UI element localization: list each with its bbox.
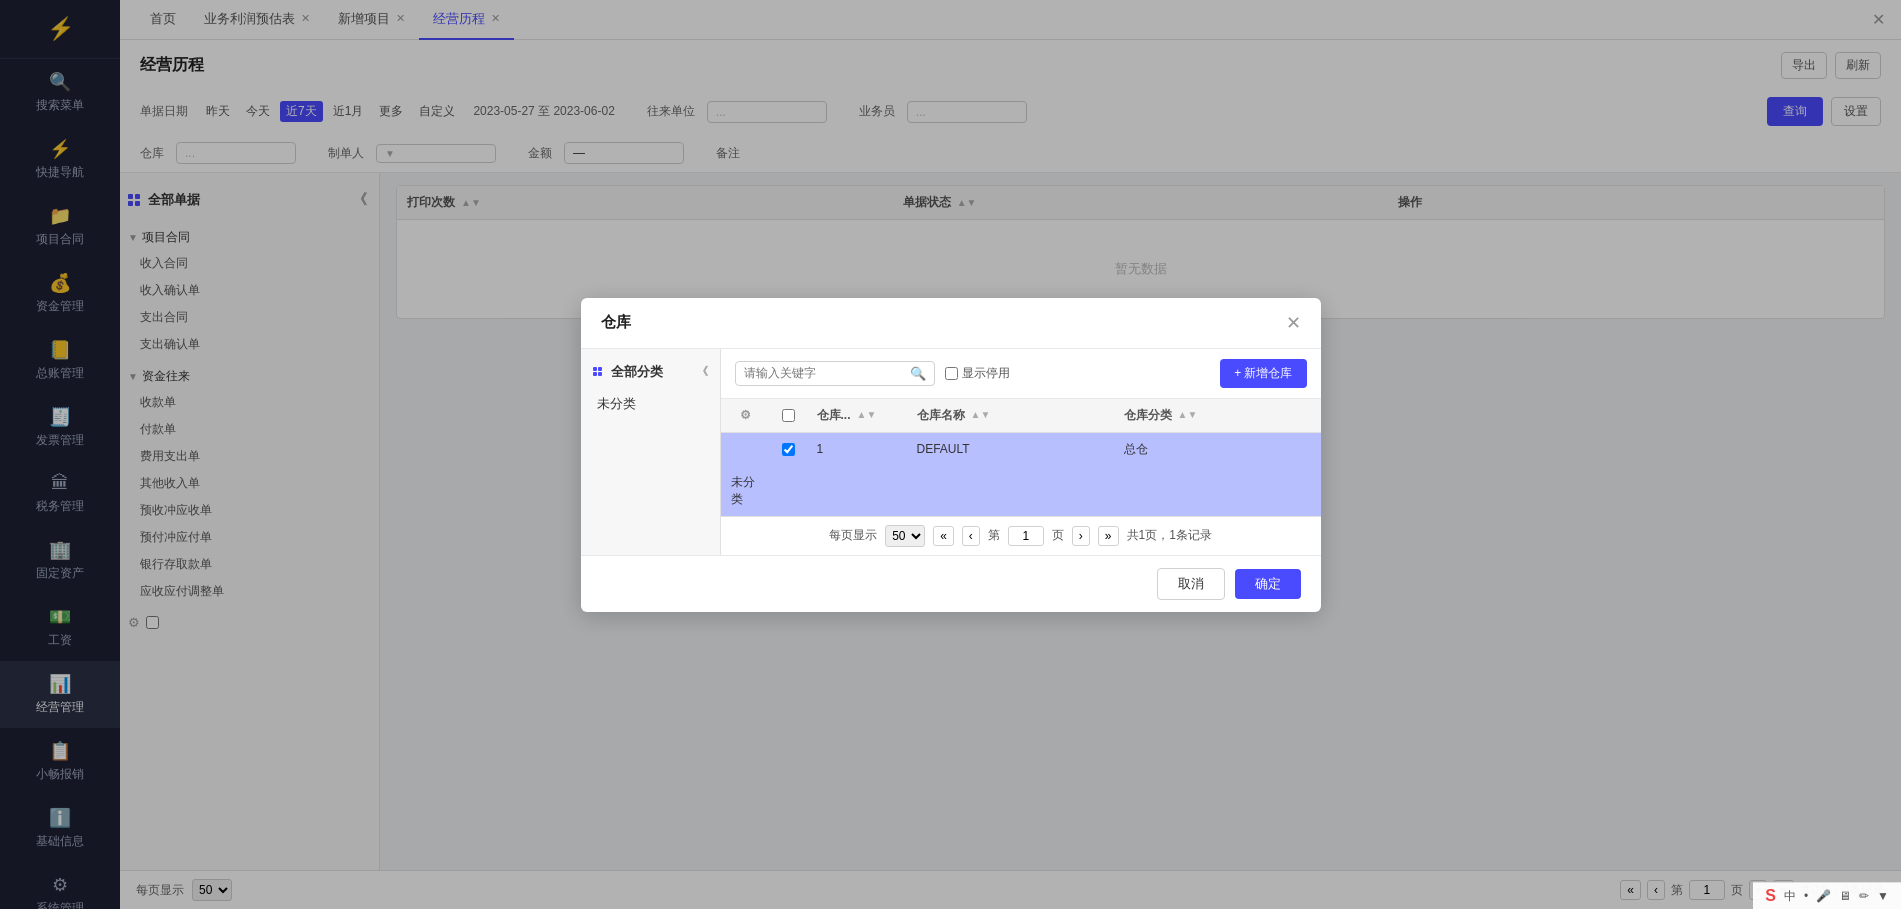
- show-disabled-checkbox[interactable]: [945, 367, 958, 380]
- modal-last-btn[interactable]: »: [1098, 526, 1119, 546]
- modal-body: 全部分类 《 未分类 🔍 显示停用 + 新增仓库: [581, 349, 1321, 555]
- modal-close-button[interactable]: ✕: [1286, 312, 1301, 334]
- row-checkbox[interactable]: [782, 443, 795, 456]
- row-category-cell: 未分类: [721, 466, 771, 516]
- confirm-button[interactable]: 确定: [1235, 569, 1301, 599]
- col-category-label: 仓库分类: [1124, 407, 1172, 424]
- modal-right-panel: 🔍 显示停用 + 新增仓库 ⚙: [721, 349, 1321, 555]
- col-name: 仓库名称 ▲▼: [907, 399, 1114, 432]
- row-code: DEFAULT: [917, 442, 970, 456]
- modal-page-input[interactable]: [1008, 526, 1044, 546]
- select-all-checkbox[interactable]: [782, 409, 795, 422]
- taskbar-zh[interactable]: 中: [1784, 888, 1796, 905]
- col-code: 仓库... ▲▼: [807, 399, 907, 432]
- modal-search-input[interactable]: [744, 366, 910, 380]
- modal-overlay: 仓库 ✕ 全部分类 《 未分类: [0, 0, 1901, 909]
- modal-per-page-select[interactable]: 50: [885, 525, 925, 547]
- col-name-label: 仓库名称: [917, 407, 965, 424]
- table-row[interactable]: 1 DEFAULT 总仓 未分类: [721, 433, 1321, 516]
- taskbar-dot: •: [1804, 889, 1808, 903]
- modal-title: 仓库: [601, 313, 631, 332]
- modal-total-text: 共1页，1条记录: [1127, 527, 1212, 544]
- modal-left-all-label: 全部分类: [611, 363, 663, 381]
- taskbar-s: S: [1765, 887, 1776, 905]
- row-name-cell: 总仓: [1114, 433, 1321, 466]
- gear-icon: ⚙: [740, 408, 751, 422]
- show-disabled-option: 显示停用: [945, 365, 1010, 382]
- modal-first-btn[interactable]: «: [933, 526, 954, 546]
- col-category: 仓库分类 ▲▼: [1114, 399, 1321, 432]
- warehouse-modal: 仓库 ✕ 全部分类 《 未分类: [581, 298, 1321, 612]
- modal-next-btn[interactable]: ›: [1072, 526, 1090, 546]
- row-id: 1: [817, 442, 824, 456]
- taskbar-mic[interactable]: 🎤: [1816, 889, 1831, 903]
- sort-category-icon[interactable]: ▲▼: [1178, 410, 1198, 420]
- row-checkbox-cell: [771, 433, 807, 466]
- add-warehouse-button[interactable]: + 新增仓库: [1220, 359, 1306, 388]
- show-disabled-label: 显示停用: [962, 365, 1010, 382]
- row-name: 总仓: [1124, 441, 1148, 458]
- modal-pagination: 每页显示 50 « ‹ 第 页 › » 共1页，1条记录: [721, 516, 1321, 555]
- row-code-cell: DEFAULT: [907, 433, 1114, 466]
- taskbar-edit[interactable]: ✏: [1859, 889, 1869, 903]
- cancel-button[interactable]: 取消: [1157, 568, 1225, 600]
- col-checkbox: [771, 399, 807, 432]
- search-icon: 🔍: [910, 366, 926, 381]
- modal-table: ⚙ 仓库... ▲▼ 仓库名称 ▲▼: [721, 399, 1321, 516]
- sort-name-icon[interactable]: ▲▼: [971, 410, 991, 420]
- col-gear[interactable]: ⚙: [721, 399, 771, 432]
- grid-icon: [593, 367, 605, 376]
- taskbar-more[interactable]: ▼: [1877, 889, 1889, 903]
- modal-prev-btn[interactable]: ‹: [962, 526, 980, 546]
- modal-header: 仓库 ✕: [581, 298, 1321, 349]
- modal-left-unclassified[interactable]: 未分类: [581, 387, 720, 421]
- modal-left-panel: 全部分类 《 未分类: [581, 349, 721, 555]
- modal-collapse-icon[interactable]: 《: [697, 364, 708, 379]
- row-id-cell: 1: [807, 433, 907, 466]
- modal-search-box: 🔍: [735, 361, 935, 386]
- modal-page-label: 第: [988, 527, 1000, 544]
- modal-toolbar: 🔍 显示停用 + 新增仓库: [721, 349, 1321, 399]
- taskbar: S 中 • 🎤 🖥 ✏ ▼: [1753, 882, 1901, 909]
- modal-per-page-label: 每页显示: [829, 527, 877, 544]
- taskbar-screen[interactable]: 🖥: [1839, 889, 1851, 903]
- row-gear-cell: [721, 433, 771, 466]
- modal-footer: 取消 确定: [581, 555, 1321, 612]
- sort-code-icon[interactable]: ▲▼: [857, 410, 877, 420]
- modal-left-header: 全部分类 《: [581, 357, 720, 387]
- modal-page-suffix: 页: [1052, 527, 1064, 544]
- col-code-label: 仓库...: [817, 407, 851, 424]
- modal-table-header: ⚙ 仓库... ▲▼ 仓库名称 ▲▼: [721, 399, 1321, 433]
